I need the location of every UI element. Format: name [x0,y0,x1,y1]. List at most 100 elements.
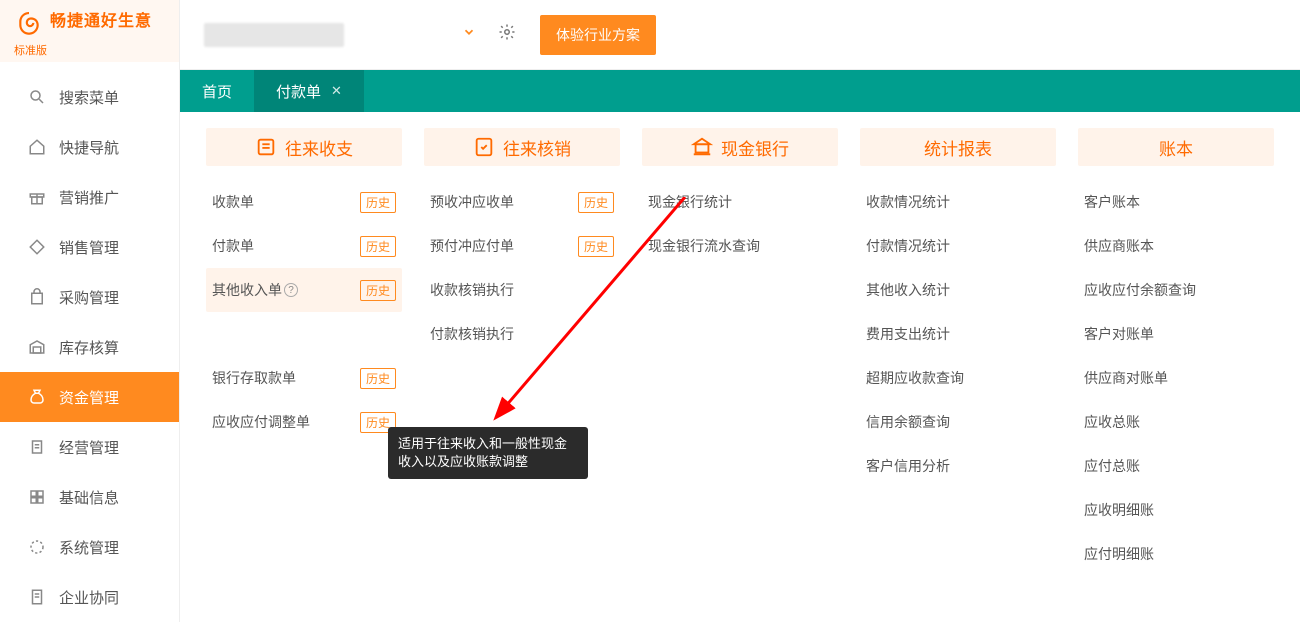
col-head: 往来核销 [424,128,620,166]
nav-sales[interactable]: 销售管理 [0,222,179,272]
nav-operation[interactable]: 经营管理 [0,422,179,472]
nav-label: 采购管理 [59,287,119,308]
link-supplier-ledger[interactable]: 供应商账本 [1078,224,1274,268]
nav-marketing[interactable]: 营销推广 [0,172,179,222]
row-label: 客户对账单 [1084,324,1154,344]
nav-basicinfo[interactable]: 基础信息 [0,472,179,522]
col-cash-bank: 现金银行 现金银行统计 现金银行流水查询 [642,128,838,576]
link-overdue-ar[interactable]: 超期应收款查询 [860,356,1056,400]
col-reports: 统计报表 收款情况统计 付款情况统计 其他收入统计 费用支出统计 超期应收款查询… [860,128,1056,576]
tab-close-icon[interactable]: ✕ [331,83,342,99]
link-supplier-statement[interactable]: 供应商对账单 [1078,356,1274,400]
link-receipt-in[interactable]: 收款单 历史 [206,180,402,224]
link-prepay-offset[interactable]: 预付冲应付单历史 [424,224,620,268]
col-title: 账本 [1159,135,1193,160]
nav-quicknav[interactable]: 快捷导航 [0,122,179,172]
row-label: 费用支出统计 [866,324,950,344]
nav-label: 经营管理 [59,437,119,458]
nav-label: 基础信息 [59,487,119,508]
row-label: 应收应付余额查询 [1084,280,1196,300]
col-writeoff: 往来核销 预收冲应收单历史 预付冲应付单历史 收款核销执行 付款核销执行 [424,128,620,576]
main: 体验行业方案 首页 付款单✕ 往来收支 收款单历史 [180,0,1300,622]
history-chip[interactable]: 历史 [360,368,396,389]
link-ar-detail-ledger[interactable]: 应收明细账 [1078,488,1274,532]
link-ap-general-ledger[interactable]: 应付总账 [1078,444,1274,488]
link-ar-general-ledger[interactable]: 应收总账 [1078,400,1274,444]
row-label: 其他收入统计 [866,280,950,300]
tabstrip: 首页 付款单✕ [180,70,1300,112]
history-chip[interactable]: 历史 [360,280,396,301]
grid-icon [28,488,46,506]
row-label: 信用余额查询 [866,412,950,432]
row-label: 供应商对账单 [1084,368,1168,388]
nav-label: 资金管理 [59,387,119,408]
nav-system[interactable]: 系统管理 [0,522,179,572]
row-label: 客户账本 [1084,192,1140,212]
row-label: 应付总账 [1084,456,1140,476]
row-label: 应收应付调整单 [212,412,310,432]
link-payment-stats[interactable]: 付款情况统计 [860,224,1056,268]
link-receipt-writeoff-exec[interactable]: 收款核销执行 [424,268,620,312]
history-chip[interactable]: 历史 [578,192,614,213]
link-ap-detail-ledger[interactable]: 应付明细账 [1078,532,1274,576]
nav-collab[interactable]: 企业协同 [0,572,179,622]
experience-plan-button[interactable]: 体验行业方案 [540,15,656,55]
link-bank-deposit[interactable]: 银行存取款单历史 [206,356,402,400]
tenant-chevron-icon[interactable] [462,25,476,44]
row-label: 付款单 [212,236,254,256]
row-label: 超期应收款查询 [866,368,964,388]
link-customer-credit-analysis[interactable]: 客户信用分析 [860,444,1056,488]
bag-icon [28,288,46,306]
link-expense-stats[interactable]: 费用支出统计 [860,312,1056,356]
search-icon [28,88,46,106]
link-ar-ap-balance[interactable]: 应收应付余额查询 [1078,268,1274,312]
link-payment-out[interactable]: 付款单 历史 [206,224,402,268]
col-title: 往来收支 [285,135,353,160]
link-payment-writeoff-exec[interactable]: 付款核销执行 [424,312,620,356]
history-chip[interactable]: 历史 [360,236,396,257]
link-cash-bank-stats[interactable]: 现金银行统计 [642,180,838,224]
link-credit-balance[interactable]: 信用余额查询 [860,400,1056,444]
dashed-circle-icon [28,538,46,556]
link-ar-ap-adjust[interactable]: 应收应付调整单历史 [206,400,402,444]
col-title: 现金银行 [721,135,789,160]
tab-home[interactable]: 首页 [180,70,254,112]
link-receipt-stats[interactable]: 收款情况统计 [860,180,1056,224]
tab-payment[interactable]: 付款单✕ [254,70,364,112]
row-label: 付款情况统计 [866,236,950,256]
row-label: 现金银行流水查询 [648,236,760,256]
writeoff-icon [473,136,495,158]
nav-label: 库存核算 [59,337,119,358]
col-head: 统计报表 [860,128,1056,166]
link-other-income[interactable]: 其他收入单?历史 [206,268,402,312]
col-ledger: 账本 客户账本 供应商账本 应收应付余额查询 客户对账单 供应商对账单 应收总账… [1078,128,1274,576]
row-label: 收款单 [212,192,254,212]
settings-gear-icon[interactable] [498,23,516,46]
logo-edition: 标准版 [14,42,47,58]
warehouse-icon [28,338,46,356]
link-cash-bank-flow[interactable]: 现金银行流水查询 [642,224,838,268]
nav-search[interactable]: 搜索菜单 [0,72,179,122]
nav-label: 系统管理 [59,537,119,558]
link-customer-statement[interactable]: 客户对账单 [1078,312,1274,356]
nav-label: 销售管理 [59,237,119,258]
logo-icon [16,12,42,38]
history-chip[interactable]: 历史 [578,236,614,257]
link-other-income-stats[interactable]: 其他收入统计 [860,268,1056,312]
col-head: 往来收支 [206,128,402,166]
row-label: 预收冲应收单 [430,192,514,212]
nav-inventory[interactable]: 库存核算 [0,322,179,372]
col-title: 往来核销 [503,135,571,160]
nav-purchase[interactable]: 采购管理 [0,272,179,322]
logo-title: 畅捷通好生意 [50,12,152,32]
help-icon[interactable]: ? [284,283,298,297]
row-label: 现金银行统计 [648,192,732,212]
row-label: 供应商账本 [1084,236,1154,256]
link-prereceipt-offset[interactable]: 预收冲应收单 历史 [424,180,620,224]
nav-funds[interactable]: 资金管理 [0,372,179,422]
row-label: 客户信用分析 [866,456,950,476]
link-customer-ledger[interactable]: 客户账本 [1078,180,1274,224]
nav: 搜索菜单 快捷导航 营销推广 销售管理 采购管理 库存核算 资金管理 经营管理 … [0,62,179,622]
row-label: 应收总账 [1084,412,1140,432]
history-chip[interactable]: 历史 [360,192,396,213]
